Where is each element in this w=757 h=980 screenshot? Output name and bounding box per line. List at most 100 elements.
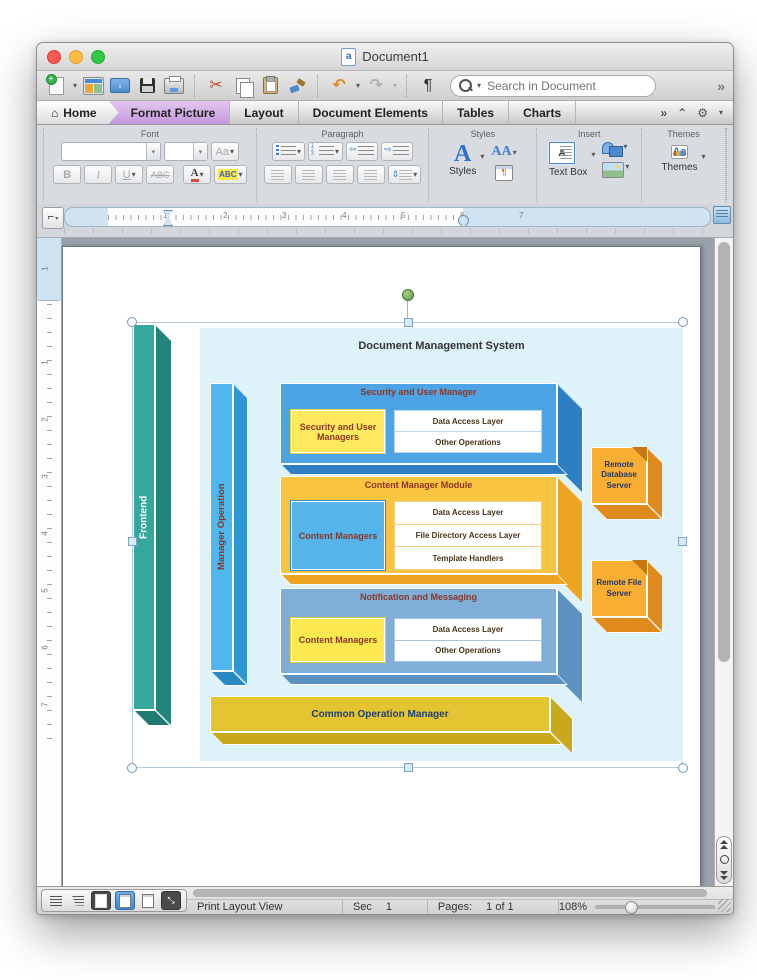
italic-button[interactable]: I	[84, 165, 113, 184]
increase-indent-button[interactable]	[380, 142, 413, 161]
resize-handle-s[interactable]	[404, 763, 413, 772]
styles-dropdown[interactable]: ▾	[480, 152, 484, 161]
resize-handle-sw[interactable]	[127, 763, 137, 773]
font-color-button[interactable]: A ▾	[183, 165, 212, 184]
show-formatting-button[interactable]: ¶	[417, 75, 439, 97]
undo-button[interactable]: ↶	[328, 75, 350, 97]
highlight-button[interactable]: ABC ▾	[214, 165, 247, 184]
text-box-dropdown[interactable]: ▾	[591, 150, 595, 159]
elements-gallery-button[interactable]	[82, 75, 104, 97]
previous-page-button[interactable]	[720, 840, 728, 850]
tabs-overflow-button[interactable]: »	[660, 106, 667, 120]
vertical-scrollbar[interactable]	[714, 238, 733, 886]
document-page[interactable]: Document Management System Frontend Mana…	[62, 246, 701, 886]
view-status[interactable]: Print Layout View	[187, 900, 343, 914]
copy-icon	[236, 77, 255, 98]
toolbar-overflow-button[interactable]: »	[717, 78, 725, 94]
text-box-button[interactable]: A Text Box	[549, 142, 587, 178]
bullets-button[interactable]: ▾	[271, 142, 305, 161]
rotation-handle[interactable]	[402, 289, 414, 301]
horizontal-scrollbar[interactable]	[187, 887, 733, 899]
styles-pane-button[interactable]: ¶	[494, 165, 513, 181]
next-page-button[interactable]	[720, 870, 728, 880]
undo-dropdown[interactable]: ▾	[356, 81, 360, 90]
resize-handle-nw[interactable]	[127, 317, 137, 327]
picture-button[interactable]: ▾	[602, 162, 629, 178]
search-input[interactable]	[485, 77, 620, 94]
save-icon	[139, 78, 155, 93]
tab-layout[interactable]: Layout	[230, 101, 299, 124]
print-layout-button[interactable]	[115, 891, 135, 910]
text-effects-button[interactable]: AA▾	[491, 142, 516, 160]
focus-view-button[interactable]: ⤡	[161, 891, 181, 910]
tab-home[interactable]: ⌂ Home	[37, 101, 119, 124]
publishing-layout-icon	[95, 893, 107, 908]
section-status[interactable]: Sec 1	[343, 900, 428, 914]
publishing-layout-button[interactable]	[91, 891, 111, 910]
new-document-button[interactable]: +	[45, 73, 67, 97]
tab-tables[interactable]: Tables	[443, 101, 510, 124]
new-document-dropdown[interactable]: ▾	[73, 81, 77, 90]
ribbon-group-themes: Themes Aa Themes ▾	[642, 128, 726, 202]
diagram-picture[interactable]: Document Management System Frontend Mana…	[127, 289, 688, 773]
vertical-scrollbar-thumb[interactable]	[718, 242, 730, 662]
vertical-ruler[interactable]: 1 1 2 3 4 5 6 7	[37, 238, 62, 886]
resize-handle-w[interactable]	[128, 537, 137, 546]
outline-view-button[interactable]	[69, 892, 87, 909]
redo-button[interactable]: ↷	[365, 75, 387, 97]
notebook-layout-button[interactable]	[139, 892, 157, 909]
select-browse-object-button[interactable]	[719, 855, 729, 865]
tab-charts[interactable]: Charts	[509, 101, 577, 124]
search-options-dropdown[interactable]: ▾	[477, 81, 481, 90]
resize-handle-ne[interactable]	[678, 317, 688, 327]
redo-dropdown[interactable]: ▾	[393, 81, 397, 90]
window-resize-grip[interactable]	[718, 899, 731, 912]
font-size-combobox[interactable]: ▾	[163, 142, 208, 161]
justify-button[interactable]	[356, 165, 385, 184]
tab-document-elements[interactable]: Document Elements	[299, 101, 443, 124]
print-button[interactable]	[163, 75, 185, 97]
align-right-button[interactable]	[325, 165, 354, 184]
format-painter-button[interactable]	[286, 75, 308, 97]
zoom-slider[interactable]	[595, 901, 715, 914]
cut-button[interactable]: ✂	[205, 75, 227, 97]
chevron-down-icon[interactable]: ▾	[192, 143, 207, 160]
open-button[interactable]: ↓	[109, 75, 131, 97]
numbering-button[interactable]: ▾	[307, 142, 343, 161]
strikethrough-button[interactable]: ABC	[146, 165, 175, 184]
collapse-ribbon-button[interactable]: ⌃	[677, 106, 687, 120]
styles-button[interactable]: A Styles	[449, 142, 476, 177]
themes-dropdown[interactable]: ▾	[702, 152, 706, 161]
decrease-indent-button[interactable]	[345, 142, 378, 161]
ribbon-settings-dropdown[interactable]: ▾	[719, 108, 723, 117]
save-button[interactable]	[136, 75, 158, 97]
search-field[interactable]: ▾	[450, 74, 657, 97]
ribbon-group-insert: Insert A Text Box ▾ ▾ ▾	[537, 128, 642, 202]
block-header: Content Manager Module	[364, 480, 473, 490]
bold-button[interactable]: B	[53, 165, 82, 184]
draft-view-button[interactable]	[47, 892, 65, 909]
resize-handle-n[interactable]	[404, 318, 413, 327]
tab-format-picture[interactable]: Format Picture	[108, 101, 231, 124]
horizontal-scrollbar-thumb[interactable]	[193, 889, 707, 897]
grow-shrink-font-button[interactable]: Aa ▾	[210, 142, 239, 161]
underline-button[interactable]: U ▾	[115, 165, 144, 184]
themes-button[interactable]: Aa Themes	[661, 142, 698, 173]
line-spacing-button[interactable]: ⇕ ▾	[387, 165, 422, 184]
tab-stop-selector[interactable]: ⌐▾	[42, 207, 64, 229]
resize-handle-se[interactable]	[678, 763, 688, 773]
align-center-button[interactable]	[294, 165, 323, 184]
chevron-down-icon[interactable]: ▾	[145, 143, 160, 160]
font-name-combobox[interactable]: ▾	[60, 142, 161, 161]
title-bar[interactable]: a Document1	[37, 43, 733, 71]
pages-status[interactable]: Pages: 1 of 1	[428, 900, 559, 914]
align-left-button[interactable]	[263, 165, 292, 184]
ribbon-settings-gear-icon[interactable]: ⚙	[697, 106, 708, 120]
paste-button[interactable]	[259, 75, 281, 97]
horizontal-ruler[interactable]: 1 2 3 4 5 6 7	[64, 207, 711, 227]
resize-handle-e[interactable]	[678, 537, 687, 546]
copy-button[interactable]	[232, 75, 255, 98]
split-window-handle[interactable]	[713, 206, 731, 224]
shapes-button[interactable]: ▾	[602, 142, 629, 157]
zoom-slider-knob[interactable]	[625, 901, 638, 914]
